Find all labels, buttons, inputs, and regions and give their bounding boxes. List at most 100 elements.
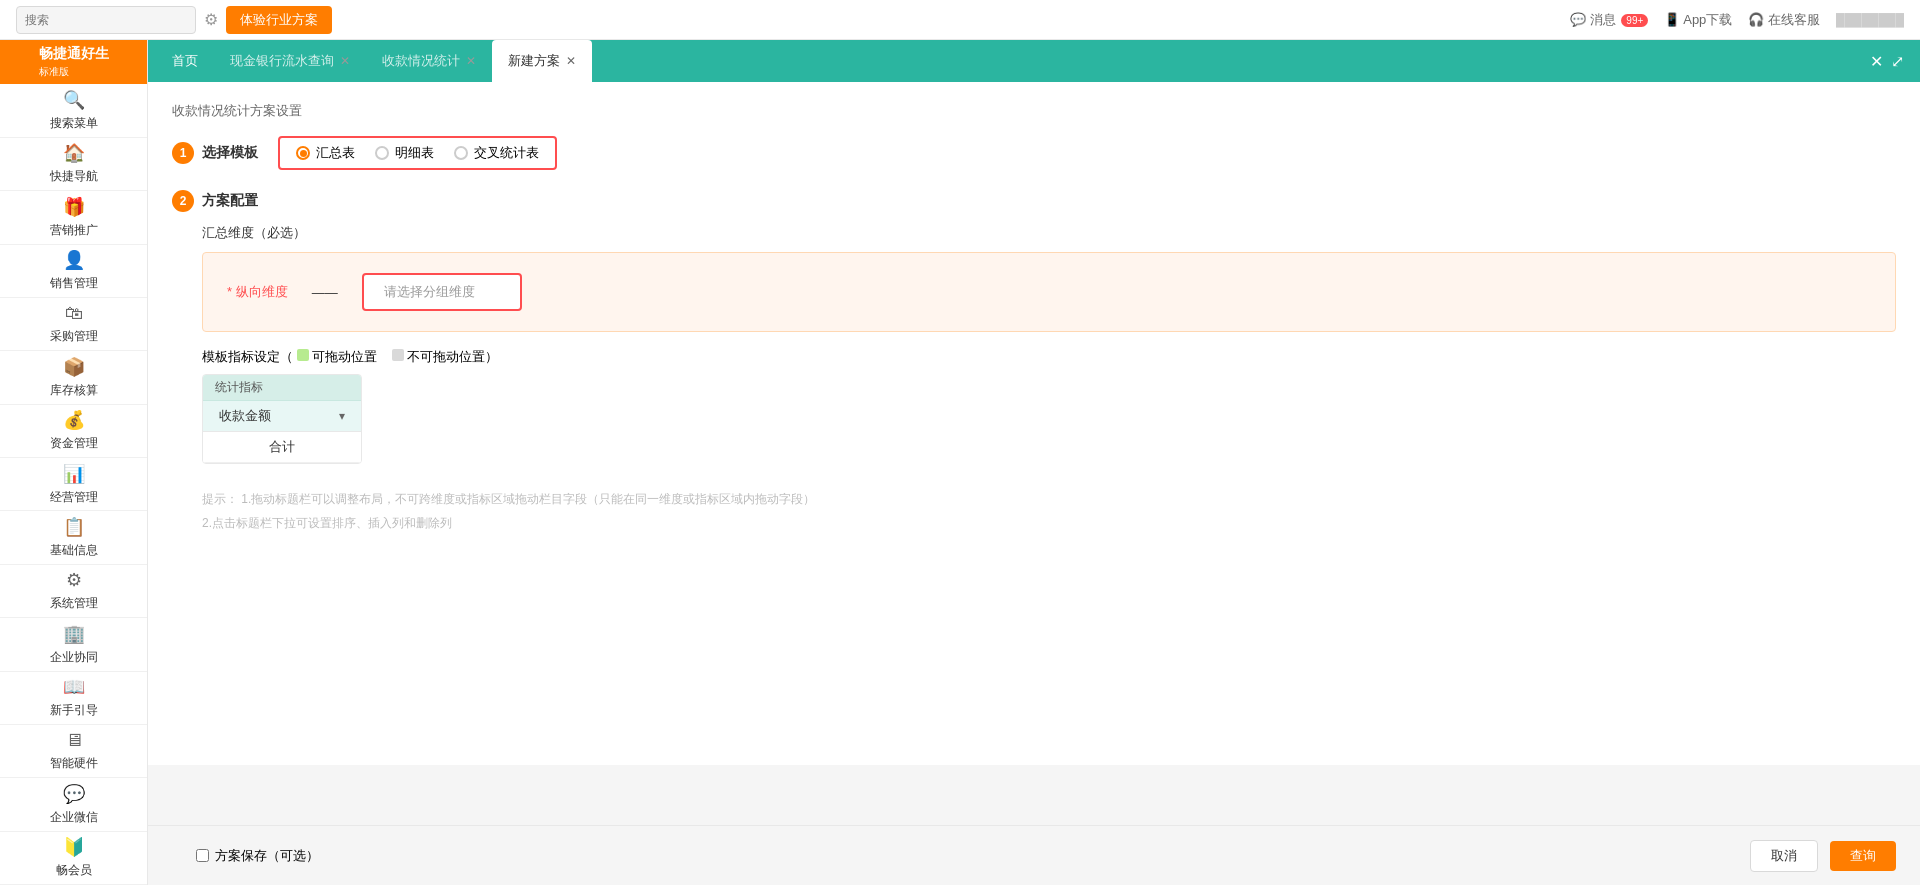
- sidebar-item-label: 快捷导航: [50, 168, 98, 185]
- message-label[interactable]: 💬 消息 99+: [1570, 11, 1648, 29]
- dimension-area: * 纵向维度 —— 请选择分组维度: [202, 252, 1896, 332]
- tab-collection-stat-label: 收款情况统计: [382, 52, 460, 70]
- section2-num: 2: [172, 190, 194, 212]
- page-content: 收款情况统计方案设置 1 选择模板 汇总表 明细表: [148, 82, 1920, 825]
- sidebar-item-purchase[interactable]: 🛍 采购管理: [0, 298, 147, 351]
- dim-arrow: ——: [312, 285, 338, 300]
- sidebar-item-label: 系统管理: [50, 595, 98, 612]
- tab-bank-flow-label: 现金银行流水查询: [230, 52, 334, 70]
- message-badge: 99+: [1621, 14, 1648, 27]
- non-draggable-indicator: [392, 349, 404, 361]
- page-inner: 收款情况统计方案设置 1 选择模板 汇总表 明细表: [148, 82, 1920, 765]
- vertical-dim-label: * 纵向维度: [227, 283, 288, 301]
- header-left: ⚙ 体验行业方案: [16, 6, 332, 34]
- system-icon: ⚙: [66, 569, 82, 591]
- sidebar-item-enterprise[interactable]: 🏢 企业协同: [0, 618, 147, 671]
- user-info: ████████: [1836, 13, 1904, 27]
- search-input[interactable]: [16, 6, 196, 34]
- search-menu-icon: 🔍: [63, 89, 85, 111]
- indicator-section-label: 模板指标设定（ 可拖动位置 不可拖动位置）: [202, 348, 498, 366]
- sidebar-item-basic[interactable]: 📋 基础信息: [0, 511, 147, 564]
- radio-detail-circle: [375, 146, 389, 160]
- sales-icon: 👤: [63, 249, 85, 271]
- radio-cross-label: 交叉统计表: [474, 144, 539, 162]
- sidebar-item-label: 企业微信: [50, 809, 98, 826]
- cancel-button[interactable]: 取消: [1750, 840, 1818, 872]
- indicator-col-label: 收款金额: [219, 407, 271, 425]
- section1-label: 选择模板: [202, 144, 258, 162]
- tab-bar: 首页 现金银行流水查询 ✕ 收款情况统计 ✕ 新建方案 ✕ ✕ ⤢: [148, 40, 1920, 82]
- indicator-col-header[interactable]: 收款金额 ▾: [203, 401, 361, 432]
- tip-2: 2.点击标题栏下拉可设置排序、插入列和删除列: [202, 511, 1896, 535]
- sidebar-item-label: 销售管理: [50, 275, 98, 292]
- tab-minimize-btn[interactable]: ✕: [1870, 52, 1883, 71]
- sidebar-item-label: 采购管理: [50, 328, 98, 345]
- marketing-icon: 🎁: [63, 196, 85, 218]
- sidebar-item-label: 资金管理: [50, 435, 98, 452]
- tips-area: 提示： 1.拖动标题栏可以调整布局，不可跨维度或指标区域拖动栏目字段（只能在同一…: [202, 487, 1896, 535]
- save-checkbox-label: 方案保存（可选）: [215, 847, 319, 865]
- sidebar-item-label: 基础信息: [50, 542, 98, 559]
- header: ⚙ 体验行业方案 💬 消息 99+ 📱 App下载 🎧 在线客服 ███████…: [0, 0, 1920, 40]
- sidebar-item-capital[interactable]: 💰 资金管理: [0, 405, 147, 458]
- radio-summary[interactable]: 汇总表: [296, 144, 355, 162]
- sidebar-item-quick-nav[interactable]: 🏠 快捷导航: [0, 138, 147, 191]
- sidebar-item-label: 新手引导: [50, 702, 98, 719]
- service-label[interactable]: 🎧 在线客服: [1748, 11, 1820, 29]
- section1-num: 1: [172, 142, 194, 164]
- draggable-label: 可拖动位置: [312, 349, 377, 364]
- query-button[interactable]: 查询: [1830, 841, 1896, 871]
- layout: 畅捷通好生 标准版 🔍 搜索菜单 🏠 快捷导航 🎁 营销推广 👤 销售管理 🛍 …: [0, 40, 1920, 885]
- tab-new-plan[interactable]: 新建方案 ✕: [492, 40, 592, 82]
- tab-home[interactable]: 首页: [156, 40, 214, 82]
- radio-summary-circle: [296, 146, 310, 160]
- sidebar-item-label: 智能硬件: [50, 755, 98, 772]
- template-box: 汇总表 明细表 交叉统计表: [278, 136, 557, 170]
- radio-summary-label: 汇总表: [316, 144, 355, 162]
- sidebar-item-member[interactable]: 🔰 畅会员: [0, 832, 147, 885]
- tab-new-plan-label: 新建方案: [508, 52, 560, 70]
- main: 首页 现金银行流水查询 ✕ 收款情况统计 ✕ 新建方案 ✕ ✕ ⤢: [148, 40, 1920, 885]
- sidebar-item-marketing[interactable]: 🎁 营销推广: [0, 191, 147, 244]
- sidebar-logo: 畅捷通好生 标准版: [0, 40, 147, 84]
- quick-nav-icon: 🏠: [63, 142, 85, 164]
- tab-close-collection-stat[interactable]: ✕: [466, 54, 476, 68]
- sidebar-item-inventory[interactable]: 📦 库存核算: [0, 351, 147, 404]
- sidebar-item-system[interactable]: ⚙ 系统管理: [0, 565, 147, 618]
- operation-icon: 📊: [63, 463, 85, 485]
- radio-group-template: 汇总表 明细表 交叉统计表: [296, 144, 539, 162]
- industry-btn[interactable]: 体验行业方案: [226, 6, 332, 34]
- tab-bank-flow[interactable]: 现金银行流水查询 ✕: [214, 40, 366, 82]
- breadcrumb: 收款情况统计方案设置: [172, 102, 1896, 120]
- sidebar-item-smart[interactable]: 🖥 智能硬件: [0, 725, 147, 778]
- dimension-sub-section: 汇总维度（必选） * 纵向维度 —— 请选择分组维度 模板指标设定（ 可拖动位置: [172, 224, 1896, 535]
- section2-label: 方案配置: [202, 192, 258, 210]
- dimension-section-title: 汇总维度（必选）: [202, 224, 1896, 242]
- tab-collection-stat[interactable]: 收款情况统计 ✕: [366, 40, 492, 82]
- logo-text: 畅捷通好生: [39, 45, 109, 63]
- dim-select-box[interactable]: 请选择分组维度: [362, 273, 522, 311]
- sidebar-item-sales[interactable]: 👤 销售管理: [0, 245, 147, 298]
- radio-detail[interactable]: 明细表: [375, 144, 434, 162]
- tab-close-new-plan[interactable]: ✕: [566, 54, 576, 68]
- sidebar-item-wechat[interactable]: 💬 企业微信: [0, 778, 147, 831]
- radio-detail-label: 明细表: [395, 144, 434, 162]
- indicator-section: 模板指标设定（ 可拖动位置 不可拖动位置） 统计指标 收款: [202, 348, 1896, 467]
- inventory-icon: 📦: [63, 356, 85, 378]
- gear-icon[interactable]: ⚙: [204, 10, 218, 29]
- save-checkbox[interactable]: [196, 849, 209, 862]
- sidebar-item-operation[interactable]: 📊 经营管理: [0, 458, 147, 511]
- radio-cross-circle: [454, 146, 468, 160]
- indicator-title-row: 模板指标设定（ 可拖动位置 不可拖动位置）: [202, 348, 1896, 366]
- member-icon: 🔰: [63, 836, 85, 858]
- enterprise-icon: 🏢: [63, 623, 85, 645]
- tab-close-bank-flow[interactable]: ✕: [340, 54, 350, 68]
- stat-indicator-header: 统计指标: [203, 375, 361, 401]
- wechat-icon: 💬: [63, 783, 85, 805]
- tab-maximize-btn[interactable]: ⤢: [1891, 52, 1904, 71]
- radio-cross[interactable]: 交叉统计表: [454, 144, 539, 162]
- sidebar-item-search-menu[interactable]: 🔍 搜索菜单: [0, 84, 147, 137]
- section2-row: 2 方案配置: [172, 190, 1896, 212]
- sidebar-item-guide[interactable]: 📖 新手引导: [0, 672, 147, 725]
- download-label[interactable]: 📱 App下载: [1664, 11, 1732, 29]
